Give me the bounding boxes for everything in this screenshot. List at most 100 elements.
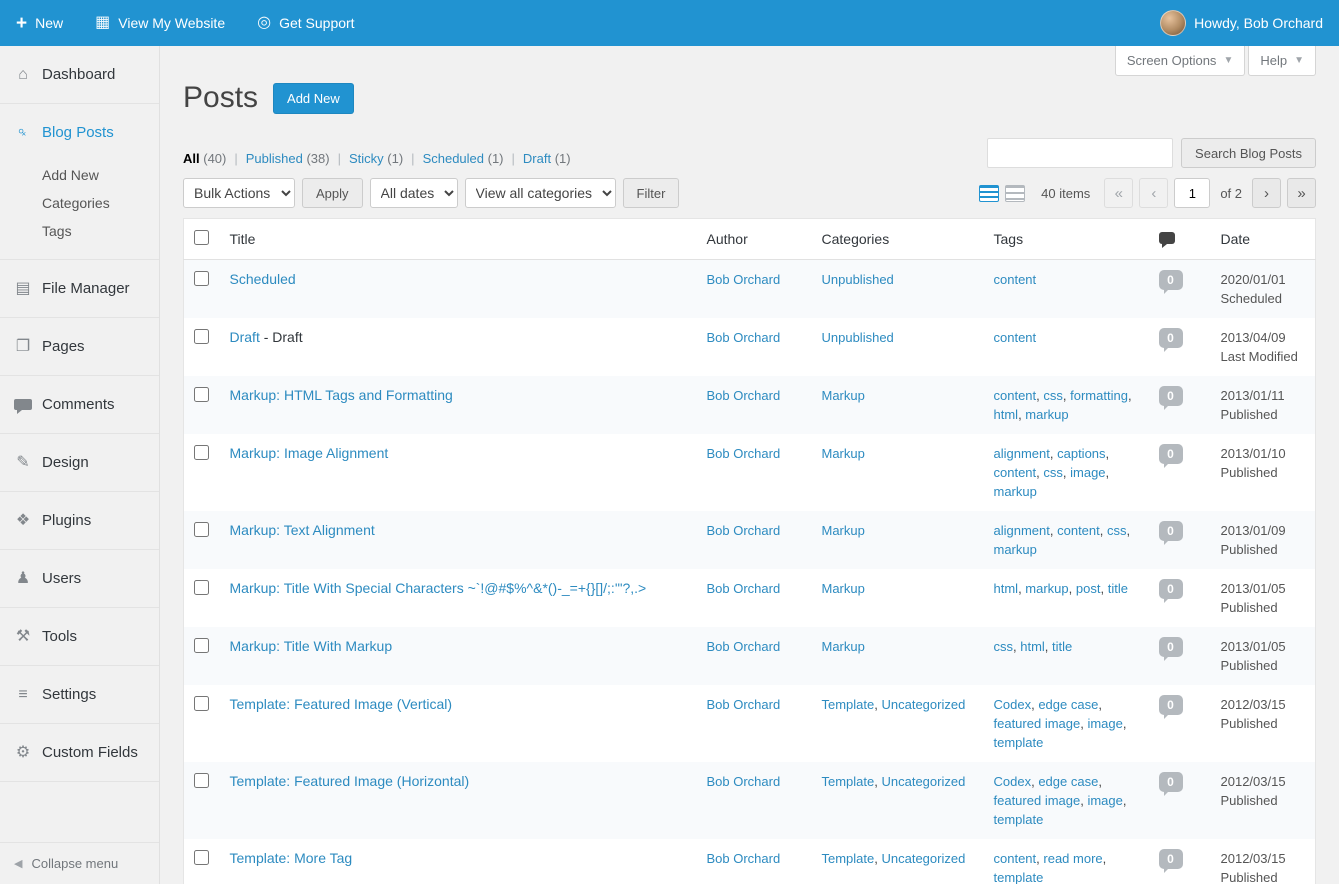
row-checkbox[interactable] xyxy=(194,696,209,711)
tag-link[interactable]: css xyxy=(1043,465,1063,480)
tag-link[interactable]: css xyxy=(994,639,1014,654)
tag-link[interactable]: content xyxy=(1057,523,1100,538)
tag-link[interactable]: featured image xyxy=(994,793,1081,808)
author-link[interactable]: Bob Orchard xyxy=(707,388,781,403)
tag-link[interactable]: title xyxy=(1108,581,1128,596)
author-link[interactable]: Bob Orchard xyxy=(707,446,781,461)
post-title-link[interactable]: Markup: Text Alignment xyxy=(230,522,375,538)
post-title-link[interactable]: Draft xyxy=(230,329,260,345)
tag-link[interactable]: content xyxy=(994,851,1037,866)
author-link[interactable]: Bob Orchard xyxy=(707,774,781,789)
select-all-checkbox[interactable] xyxy=(194,230,209,245)
comment-count[interactable]: 0 xyxy=(1159,772,1183,792)
tag-link[interactable]: html xyxy=(994,581,1019,596)
row-checkbox[interactable] xyxy=(194,580,209,595)
filter-all[interactable]: All (40) xyxy=(183,151,226,166)
first-page-button[interactable]: « xyxy=(1104,178,1133,208)
author-link[interactable]: Bob Orchard xyxy=(707,330,781,345)
sidebar-item-blog-posts[interactable]: ♀Blog Posts xyxy=(0,104,159,161)
sidebar-item-settings[interactable]: ≡Settings xyxy=(0,666,159,723)
tag-link[interactable]: image xyxy=(1087,716,1122,731)
row-checkbox[interactable] xyxy=(194,638,209,653)
comment-count[interactable]: 0 xyxy=(1159,444,1183,464)
search-button[interactable]: Search Blog Posts xyxy=(1181,138,1316,168)
comment-count[interactable]: 0 xyxy=(1159,695,1183,715)
column-header-title[interactable]: Title xyxy=(220,219,697,260)
tag-link[interactable]: template xyxy=(994,735,1044,750)
tag-link[interactable]: markup xyxy=(1025,407,1068,422)
comment-count[interactable]: 0 xyxy=(1159,386,1183,406)
new-button[interactable]: + New xyxy=(0,0,79,46)
tag-link[interactable]: formatting xyxy=(1070,388,1128,403)
row-checkbox[interactable] xyxy=(194,387,209,402)
row-checkbox[interactable] xyxy=(194,329,209,344)
tag-link[interactable]: captions xyxy=(1057,446,1105,461)
tag-link[interactable]: alignment xyxy=(994,446,1050,461)
comment-count[interactable]: 0 xyxy=(1159,849,1183,869)
author-link[interactable]: Bob Orchard xyxy=(707,581,781,596)
excerpt-view-icon[interactable] xyxy=(1005,185,1025,202)
list-view-icon[interactable] xyxy=(979,185,999,202)
author-link[interactable]: Bob Orchard xyxy=(707,639,781,654)
tag-link[interactable]: css xyxy=(1107,523,1127,538)
tag-link[interactable]: featured image xyxy=(994,716,1081,731)
tag-link[interactable]: html xyxy=(1020,639,1045,654)
category-link[interactable]: Uncategorized xyxy=(881,851,965,866)
sidebar-item-comments[interactable]: Comments xyxy=(0,376,159,433)
tag-link[interactable]: content xyxy=(994,388,1037,403)
tag-link[interactable]: html xyxy=(994,407,1019,422)
sidebar-item-dashboard[interactable]: ⌂Dashboard xyxy=(0,46,159,103)
category-link[interactable]: Markup xyxy=(822,446,865,461)
filter-button[interactable]: Filter xyxy=(623,178,680,208)
category-link[interactable]: Template xyxy=(822,697,875,712)
sidebar-item-custom-fields[interactable]: ⚙Custom Fields xyxy=(0,724,159,781)
post-title-link[interactable]: Template: Featured Image (Horizontal) xyxy=(230,773,470,789)
sidebar-item-file-manager[interactable]: ▤File Manager xyxy=(0,260,159,317)
post-title-link[interactable]: Template: Featured Image (Vertical) xyxy=(230,696,453,712)
sidebar-item-design[interactable]: ✎Design xyxy=(0,434,159,491)
collapse-menu-button[interactable]: ◀ Collapse menu xyxy=(0,842,159,884)
tag-link[interactable]: image xyxy=(1087,793,1122,808)
tag-link[interactable]: Codex xyxy=(994,697,1032,712)
filter-sticky[interactable]: Sticky (1) xyxy=(349,151,403,166)
sidebar-item-users[interactable]: ♟Users xyxy=(0,550,159,607)
tag-link[interactable]: image xyxy=(1070,465,1105,480)
screen-options-button[interactable]: Screen Options ▼ xyxy=(1115,46,1246,76)
post-title-link[interactable]: Markup: HTML Tags and Formatting xyxy=(230,387,453,403)
filter-draft[interactable]: Draft (1) xyxy=(523,151,571,166)
apply-button[interactable]: Apply xyxy=(302,178,363,208)
date-filter-select[interactable]: All dates xyxy=(370,178,458,208)
search-input[interactable] xyxy=(987,138,1173,168)
post-title-link[interactable]: Template: More Tag xyxy=(230,850,353,866)
prev-page-button[interactable]: ‹ xyxy=(1139,178,1168,208)
category-link[interactable]: Unpublished xyxy=(822,330,894,345)
author-link[interactable]: Bob Orchard xyxy=(707,851,781,866)
last-page-button[interactable]: » xyxy=(1287,178,1316,208)
category-link[interactable]: Unpublished xyxy=(822,272,894,287)
comment-count[interactable]: 0 xyxy=(1159,579,1183,599)
sidebar-item-tools[interactable]: ⚒Tools xyxy=(0,608,159,665)
tag-link[interactable]: Codex xyxy=(994,774,1032,789)
category-link[interactable]: Markup xyxy=(822,523,865,538)
account-menu[interactable]: Howdy, Bob Orchard xyxy=(1144,0,1339,46)
tag-link[interactable]: alignment xyxy=(994,523,1050,538)
tag-link[interactable]: title xyxy=(1052,639,1072,654)
tag-link[interactable]: edge case xyxy=(1038,697,1098,712)
tag-link[interactable]: edge case xyxy=(1038,774,1098,789)
category-link[interactable]: Markup xyxy=(822,388,865,403)
comment-count[interactable]: 0 xyxy=(1159,521,1183,541)
post-title-link[interactable]: Markup: Image Alignment xyxy=(230,445,389,461)
filter-published[interactable]: Published (38) xyxy=(246,151,330,166)
bulk-actions-select[interactable]: Bulk Actions xyxy=(183,178,295,208)
author-link[interactable]: Bob Orchard xyxy=(707,523,781,538)
comment-count[interactable]: 0 xyxy=(1159,328,1183,348)
row-checkbox[interactable] xyxy=(194,850,209,865)
current-page-input[interactable] xyxy=(1174,178,1210,208)
filter-scheduled[interactable]: Scheduled (1) xyxy=(423,151,504,166)
tag-link[interactable]: markup xyxy=(994,484,1037,499)
category-filter-select[interactable]: View all categories xyxy=(465,178,616,208)
tag-link[interactable]: markup xyxy=(994,542,1037,557)
row-checkbox[interactable] xyxy=(194,271,209,286)
author-link[interactable]: Bob Orchard xyxy=(707,272,781,287)
comment-count[interactable]: 0 xyxy=(1159,637,1183,657)
